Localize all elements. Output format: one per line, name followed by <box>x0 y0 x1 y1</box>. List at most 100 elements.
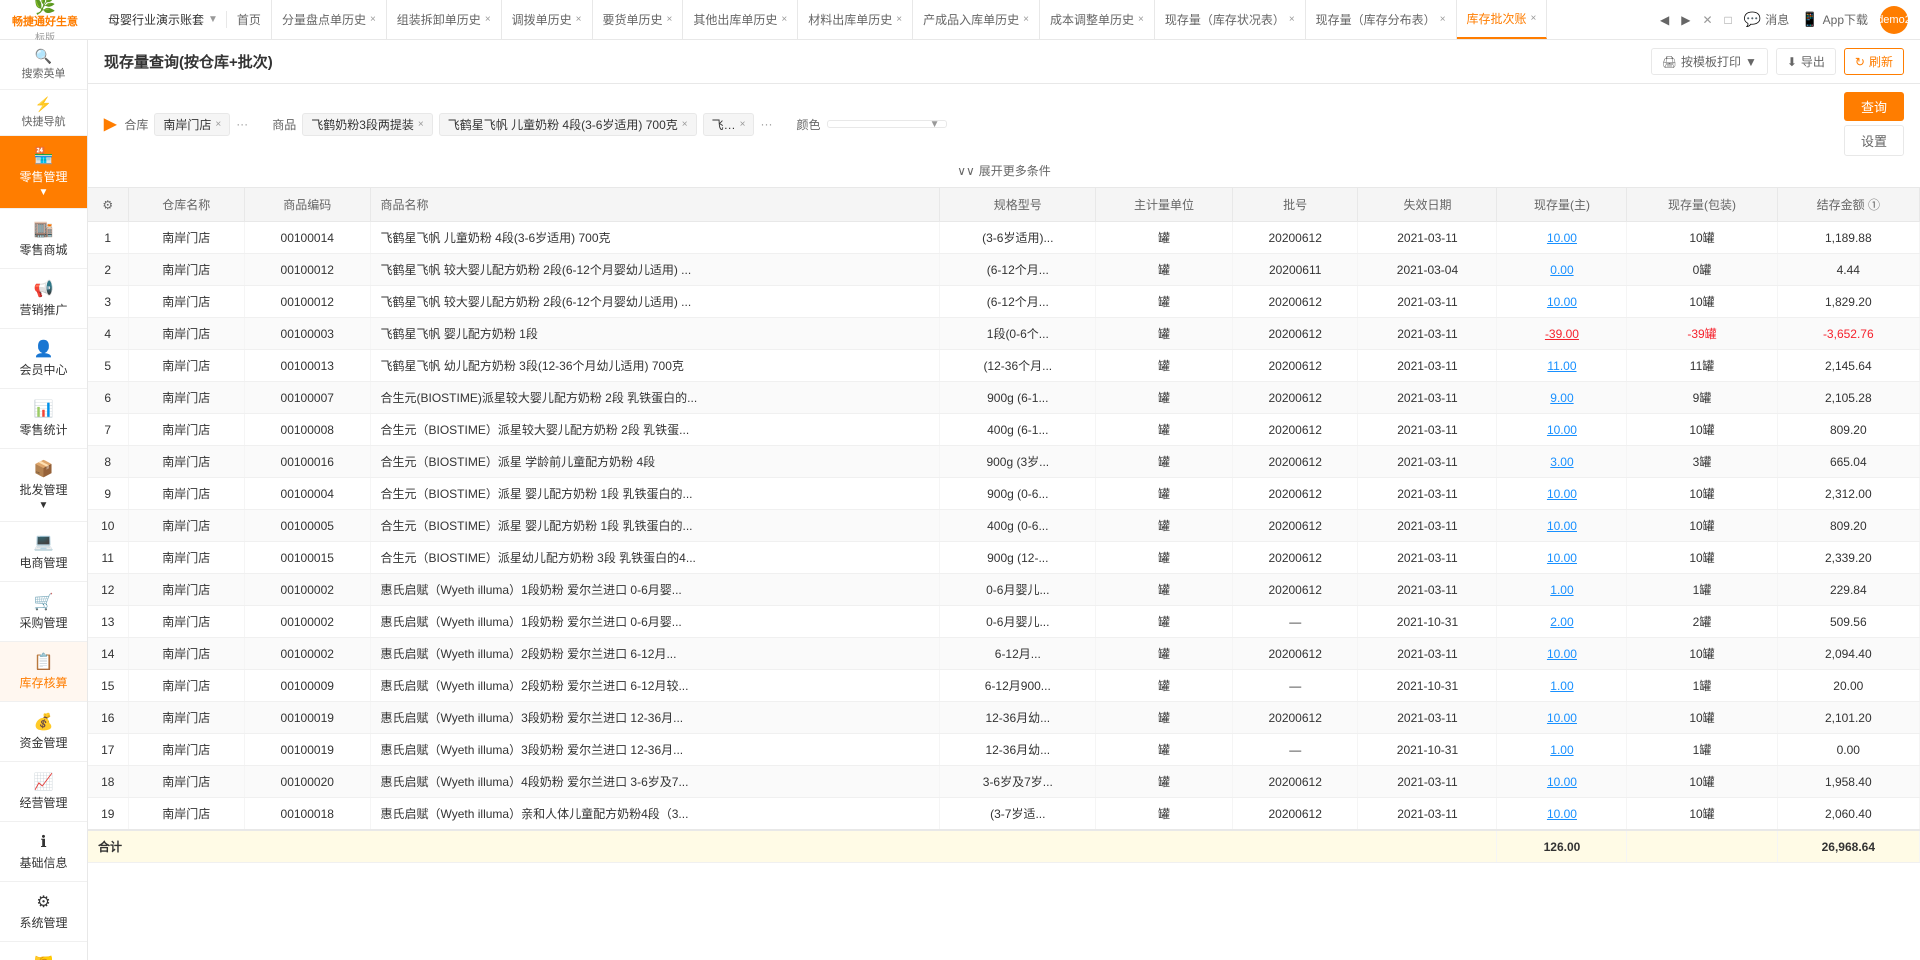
cell-qty-main[interactable]: 10.00 <box>1497 702 1627 734</box>
cell-expire: 2021-10-31 <box>1358 670 1497 702</box>
sidebar-nav-label: 快捷导航 <box>6 113 81 129</box>
close-tab-cailiaochu[interactable]: × <box>896 14 902 25</box>
tab-chengpin[interactable]: 产成品入库单历史 × <box>913 0 1040 39</box>
cell-qty-main[interactable]: 1.00 <box>1497 574 1627 606</box>
color-input[interactable]: ▼ <box>827 120 947 128</box>
remove-product-tag-3[interactable]: × <box>740 119 746 130</box>
sidebar-quick-nav[interactable]: ⚡ 快捷导航 <box>0 90 87 136</box>
cell-qty-main[interactable]: 1.00 <box>1497 670 1627 702</box>
product-tag-2[interactable]: 飞鹤星飞帆 儿童奶粉 4段(3-6岁适用) 700克 × <box>439 113 697 136</box>
cell-qty-main[interactable]: 10.00 <box>1497 766 1627 798</box>
nav-next-btn[interactable]: ▶ <box>1681 13 1690 27</box>
cell-qty-main[interactable]: 10.00 <box>1497 638 1627 670</box>
close-tab-cbtz[interactable]: × <box>1138 14 1144 25</box>
cell-qty-main[interactable]: 10.00 <box>1497 542 1627 574</box>
close-tab-xianc2[interactable]: × <box>1440 14 1446 25</box>
maximize-btn[interactable]: □ <box>1725 13 1732 27</box>
cell-qty-main[interactable]: 10.00 <box>1497 510 1627 542</box>
sidebar-item-mall[interactable]: 🏬 零售商城 <box>0 209 87 269</box>
cell-balance: 1,829.20 <box>1777 286 1919 318</box>
refresh-btn[interactable]: ↻ 刷新 <box>1844 48 1904 75</box>
sidebar-item-inventory[interactable]: 📋 库存核算 <box>0 642 87 702</box>
wholesale-label: 批发管理 <box>19 481 67 498</box>
tab-xianc1[interactable]: 现存量（库存状况表）× <box>1155 0 1306 39</box>
cell-qty-main[interactable]: 9.00 <box>1497 382 1627 414</box>
remove-product-tag-2[interactable]: × <box>682 119 688 130</box>
close-tab-yaohu[interactable]: × <box>667 14 673 25</box>
sidebar-item-basic[interactable]: ℹ 基础信息 <box>0 822 87 882</box>
cell-qty-main[interactable]: 10.00 <box>1497 286 1627 318</box>
sidebar-item-member[interactable]: 👤 会员中心 <box>0 329 87 389</box>
cell-qty-main[interactable]: 10.00 <box>1497 798 1627 831</box>
search-button[interactable]: 查询 <box>1844 92 1904 121</box>
cell-qty-main[interactable]: 2.00 <box>1497 606 1627 638</box>
page-header: 现存量查询(按仓库+批次) 🖨 按模板打印 ▼ ⬇ 导出 ↻ 刷新 <box>88 40 1920 84</box>
sidebar-item-ecom[interactable]: 💻 电商管理 <box>0 522 87 582</box>
warehouse-more[interactable]: ··· <box>236 117 248 131</box>
expand-more-filters-btn[interactable]: ∨∨ 展开更多条件 <box>104 162 1904 179</box>
sidebar-item-wholesale[interactable]: 📦 批发管理 ▼ <box>0 449 87 522</box>
close-tab-kucun[interactable]: × <box>1531 13 1537 24</box>
sidebar-item-system[interactable]: ⚙ 系统管理 <box>0 882 87 942</box>
close-tab-qita[interactable]: × <box>781 14 787 25</box>
cell-qty-pack: 9罐 <box>1627 382 1777 414</box>
sidebar-item-stats[interactable]: 📊 零售统计 <box>0 389 87 449</box>
cell-code: 00100002 <box>244 574 370 606</box>
cell-unit: 罐 <box>1096 222 1233 254</box>
nav-prev-btn[interactable]: ◀ <box>1660 13 1669 27</box>
sidebar-item-marketing[interactable]: 📢 营销推广 <box>0 269 87 329</box>
sidebar-item-purchase[interactable]: 🛒 采购管理 <box>0 582 87 642</box>
sidebar-item-retail[interactable]: 🏪 零售管理 ▼ <box>0 136 87 209</box>
cell-unit: 罐 <box>1096 446 1233 478</box>
cell-qty-main[interactable]: 10.00 <box>1497 478 1627 510</box>
remove-product-tag-1[interactable]: × <box>418 119 424 130</box>
tab-fenpan[interactable]: 分量盘点单历史 × <box>272 0 387 39</box>
sidebar-search[interactable]: 🔍 搜索英单 <box>0 40 87 90</box>
close-tab-xianc1[interactable]: × <box>1289 14 1295 25</box>
tab-diaob[interactable]: 调拨单历史 × <box>502 0 593 39</box>
product-tag-3[interactable]: 飞… × <box>703 113 755 136</box>
close-tab-chengpin[interactable]: × <box>1023 14 1029 25</box>
set-button[interactable]: 设置 <box>1844 125 1904 156</box>
cell-qty-main[interactable]: 11.00 <box>1497 350 1627 382</box>
message-btn[interactable]: 💬 消息 <box>1744 11 1789 28</box>
cell-unit: 罐 <box>1096 766 1233 798</box>
tab-cbtz[interactable]: 成本调整单历史 × <box>1040 0 1155 39</box>
close-all-btn[interactable]: ✕ <box>1702 13 1712 27</box>
product-tag-2-text: 飞鹤星飞帆 儿童奶粉 4段(3-6岁适用) 700克 <box>448 116 678 133</box>
cell-qty-main[interactable]: 10.00 <box>1497 414 1627 446</box>
close-tab-diaob[interactable]: × <box>576 14 582 25</box>
cell-qty-main[interactable]: -39.00 <box>1497 318 1627 350</box>
tab-cailiaochu[interactable]: 材料出库单历史 × <box>798 0 913 39</box>
cell-qty-main[interactable]: 1.00 <box>1497 734 1627 766</box>
remove-warehouse-tag[interactable]: × <box>215 119 221 130</box>
tab-kucun[interactable]: 库存批次账 × <box>1457 0 1548 39</box>
user-avatar[interactable]: demo2 <box>1880 6 1908 34</box>
account-dropdown[interactable]: 母婴行业演示账套 ▼ <box>100 11 227 28</box>
tab-qita[interactable]: 其他出库单历史 × <box>683 0 798 39</box>
th-settings[interactable]: ⚙ <box>88 188 128 222</box>
cell-qty-main[interactable]: 3.00 <box>1497 446 1627 478</box>
warehouse-tag[interactable]: 南岸门店 × <box>154 113 230 136</box>
sidebar-item-collab[interactable]: 🤝 企业协同 <box>0 942 87 960</box>
close-tab-zuhe[interactable]: × <box>485 14 491 25</box>
cell-warehouse: 南岸门店 <box>128 382 244 414</box>
cell-qty-main[interactable]: 10.00 <box>1497 222 1627 254</box>
cell-batch: — <box>1232 606 1358 638</box>
cell-idx: 5 <box>88 350 128 382</box>
cell-spec: 6-12月... <box>940 638 1096 670</box>
print-btn[interactable]: 🖨 按模板打印 ▼ <box>1651 48 1768 75</box>
product-tag-1[interactable]: 飞鹤奶粉3段两提装 × <box>302 113 433 136</box>
close-tab-fenpan[interactable]: × <box>370 14 376 25</box>
app-download-btn[interactable]: 📱 App下载 <box>1801 11 1868 28</box>
tab-home[interactable]: 首页 <box>227 0 272 39</box>
tab-xianc2[interactable]: 现存量（库存分布表）× <box>1306 0 1457 39</box>
product-more[interactable]: ··· <box>760 117 772 131</box>
filter-toggle-arrow[interactable]: ▶ <box>104 114 116 134</box>
cell-qty-main[interactable]: 0.00 <box>1497 254 1627 286</box>
export-btn[interactable]: ⬇ 导出 <box>1776 48 1836 75</box>
tab-yaohu[interactable]: 要货单历史 × <box>593 0 684 39</box>
sidebar-item-operations[interactable]: 📈 经营管理 <box>0 762 87 822</box>
tab-zuhe[interactable]: 组装拆卸单历史 × <box>387 0 502 39</box>
sidebar-item-finance[interactable]: 💰 资金管理 <box>0 702 87 762</box>
